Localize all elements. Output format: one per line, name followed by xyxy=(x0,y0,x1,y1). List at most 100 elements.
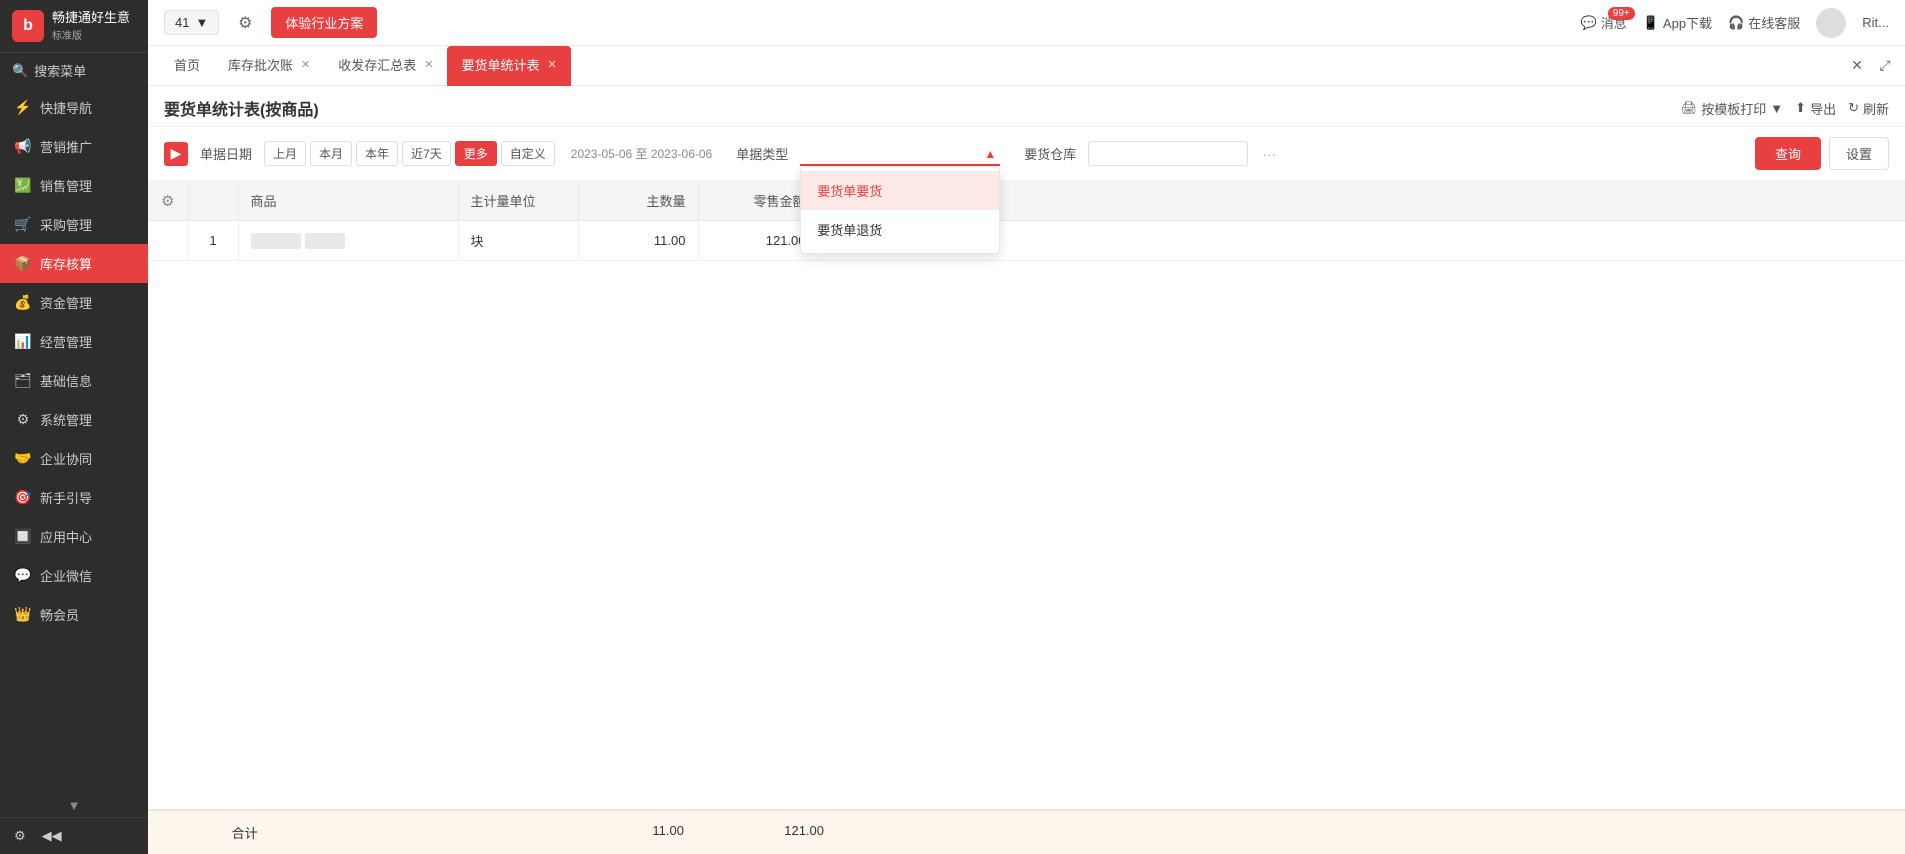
logo-icon: b xyxy=(12,10,44,42)
sidebar-item-apps[interactable]: 🔲应用中心 xyxy=(0,517,148,556)
expand-tabs[interactable]: ⤢ xyxy=(1873,54,1897,78)
table-wrapper: ⚙ 商品 主计量单位 主数量 零售金额 1 xyxy=(148,181,1905,809)
sidebar-scroll-down[interactable]: ▼ xyxy=(0,794,148,817)
nav-label: 系统管理 xyxy=(40,410,92,429)
dropdown-item-1[interactable]: 要货单要货 xyxy=(801,171,999,210)
sidebar-item-marketing[interactable]: 📢营销推广 xyxy=(0,127,148,166)
industry-button[interactable]: 体验行业方案 xyxy=(271,7,377,38)
row-qty: 11.00 xyxy=(578,221,698,261)
store-selector[interactable]: 41 ▼ xyxy=(164,10,219,35)
settings-icon[interactable]: ⚙ xyxy=(14,828,26,844)
nav-label: 销售管理 xyxy=(40,176,92,195)
tab-label: 库存批次账 xyxy=(228,55,293,74)
sidebar: b 畅捷通好生意 标准版 🔍 搜索菜单 ⚡快捷导航📢营销推广💹销售管理🛒采购管理… xyxy=(0,0,148,854)
messages-button[interactable]: 💬 消息 99+ xyxy=(1581,13,1627,32)
query-button[interactable]: 查询 xyxy=(1755,137,1821,170)
col-no xyxy=(188,181,238,221)
tab-label: 收发存汇总表 xyxy=(338,55,416,74)
quick-nav-icon: ⚡ xyxy=(14,99,32,116)
sidebar-item-inventory[interactable]: 📦库存核算 xyxy=(0,244,148,283)
members-icon: 👑 xyxy=(14,606,32,623)
purchase-icon: 🛒 xyxy=(14,216,32,233)
sidebar-nav: ⚡快捷导航📢营销推广💹销售管理🛒采购管理📦库存核算💰资金管理📊经营管理🗂基础信息… xyxy=(0,88,148,794)
main-area: 41 ▼ ⚙ 体验行业方案 💬 消息 99+ 📱 App下载 🎧 在线客服 Ri… xyxy=(148,0,1905,854)
dropdown-item-2[interactable]: 要货单退货 xyxy=(801,210,999,249)
search-menu[interactable]: 🔍 搜索菜单 xyxy=(0,53,148,88)
sidebar-item-operations[interactable]: 📊经营管理 xyxy=(0,322,148,361)
sidebar-logo: b 畅捷通好生意 标准版 xyxy=(0,0,148,53)
store-id: 41 xyxy=(175,15,189,30)
avatar[interactable] xyxy=(1816,8,1846,38)
last-month-btn[interactable]: 上月 xyxy=(264,141,306,166)
date-buttons: 上月 本月 本年 近7天 更多 自定义 xyxy=(264,141,555,166)
guide-icon: 🎯 xyxy=(14,489,32,506)
type-filter-label: 单据类型 xyxy=(736,144,788,163)
sidebar-item-coop[interactable]: 🤝企业协同 xyxy=(0,439,148,478)
tab-batch-account[interactable]: 库存批次账 ✕ xyxy=(214,46,324,86)
type-select-wrapper: ▲ 要货单要货 要货单退货 xyxy=(800,141,1000,166)
sidebar-item-members[interactable]: 👑畅会员 xyxy=(0,595,148,634)
username: Rit... xyxy=(1862,15,1889,30)
footer-amount: 121.00 xyxy=(704,823,824,842)
sidebar-item-sales[interactable]: 💹销售管理 xyxy=(0,166,148,205)
close-tab-order-summary[interactable]: ✕ xyxy=(548,58,557,71)
last-7days-btn[interactable]: 近7天 xyxy=(402,141,451,166)
type-select-arrow[interactable]: ▲ xyxy=(984,147,996,161)
system-icon: ⚙ xyxy=(14,411,32,428)
messages-badge: 99+ xyxy=(1608,7,1635,20)
filter-settings-button[interactable]: 设置 xyxy=(1829,137,1889,170)
app-name: 畅捷通好生意 xyxy=(52,10,130,27)
close-tab-batch-account[interactable]: ✕ xyxy=(301,58,310,71)
warehouse-input[interactable] xyxy=(1088,141,1248,166)
type-dropdown: 要货单要货 要货单退货 xyxy=(800,166,1000,254)
app-download-button[interactable]: 📱 App下载 xyxy=(1643,13,1712,32)
tab-home[interactable]: 首页 xyxy=(160,46,214,86)
message-icon: 💬 xyxy=(1581,15,1597,31)
sidebar-item-finance[interactable]: 💰资金管理 xyxy=(0,283,148,322)
refresh-button[interactable]: ↻ 刷新 xyxy=(1848,99,1889,118)
this-month-btn[interactable]: 本月 xyxy=(310,141,352,166)
tab-label: 要货单统计表 xyxy=(461,55,539,74)
online-service-label: 在线客服 xyxy=(1748,13,1800,32)
nav-label: 应用中心 xyxy=(40,527,92,546)
sidebar-item-purchase[interactable]: 🛒采购管理 xyxy=(0,205,148,244)
sidebar-item-wechat[interactable]: 💬企业微信 xyxy=(0,556,148,595)
sidebar-item-system[interactable]: ⚙ 系统管理 xyxy=(0,400,148,439)
type-select-input[interactable] xyxy=(800,141,1000,166)
app-download-label: App下载 xyxy=(1663,13,1712,32)
sidebar-item-quick-nav[interactable]: ⚡快捷导航 xyxy=(0,88,148,127)
tab-bar: 首页库存批次账 ✕ 收发存汇总表 ✕ 要货单统计表 ✕ ✕ ⤢ xyxy=(148,46,1905,86)
nav-label: 经营管理 xyxy=(40,332,92,351)
col-settings[interactable]: ⚙ xyxy=(148,181,188,221)
warehouse-more[interactable]: ··· xyxy=(1262,146,1276,162)
main-table: ⚙ 商品 主计量单位 主数量 零售金额 1 xyxy=(148,181,1905,261)
nav-label: 库存核算 xyxy=(40,254,92,273)
col-product: 商品 xyxy=(238,181,458,221)
tab-order-summary[interactable]: 要货单统计表 ✕ xyxy=(447,46,570,86)
online-service-button[interactable]: 🎧 在线客服 xyxy=(1728,13,1800,32)
sidebar-item-basic[interactable]: 🗂基础信息 xyxy=(0,361,148,400)
page-title: 要货单统计表(按商品) xyxy=(164,96,319,120)
col-unit: 主计量单位 xyxy=(458,181,578,221)
sidebar-item-guide[interactable]: 🎯 新手引导 xyxy=(0,478,148,517)
this-year-btn[interactable]: 本年 xyxy=(356,141,398,166)
top-header: 41 ▼ ⚙ 体验行业方案 💬 消息 99+ 📱 App下载 🎧 在线客服 Ri… xyxy=(148,0,1905,46)
print-button[interactable]: 🖨 按模板打印 ▼ xyxy=(1681,99,1783,118)
tab-receipt-summary[interactable]: 收发存汇总表 ✕ xyxy=(324,46,447,86)
close-tab-receipt-summary[interactable]: ✕ xyxy=(424,58,433,71)
custom-date-btn[interactable]: 自定义 xyxy=(501,141,555,166)
finance-icon: 💰 xyxy=(14,294,32,311)
expand-filter-button[interactable]: ▶ xyxy=(164,142,188,166)
row-product xyxy=(238,221,458,261)
date-filter-label: 单据日期 xyxy=(200,144,252,163)
footer-label: 合计 xyxy=(164,823,384,842)
warehouse-label: 要货仓库 xyxy=(1024,144,1076,163)
nav-label: 营销推广 xyxy=(40,137,92,156)
settings-gear-button[interactable]: ⚙ xyxy=(231,9,259,37)
total-label: 合计 xyxy=(232,826,258,841)
more-dates-btn[interactable]: 更多 xyxy=(455,141,497,166)
close-all-tabs[interactable]: ✕ xyxy=(1845,54,1869,78)
nav-label: 新手引导 xyxy=(40,488,92,507)
collapse-icon[interactable]: ◀◀ xyxy=(42,828,62,844)
export-button[interactable]: ⬆ 导出 xyxy=(1795,99,1836,118)
